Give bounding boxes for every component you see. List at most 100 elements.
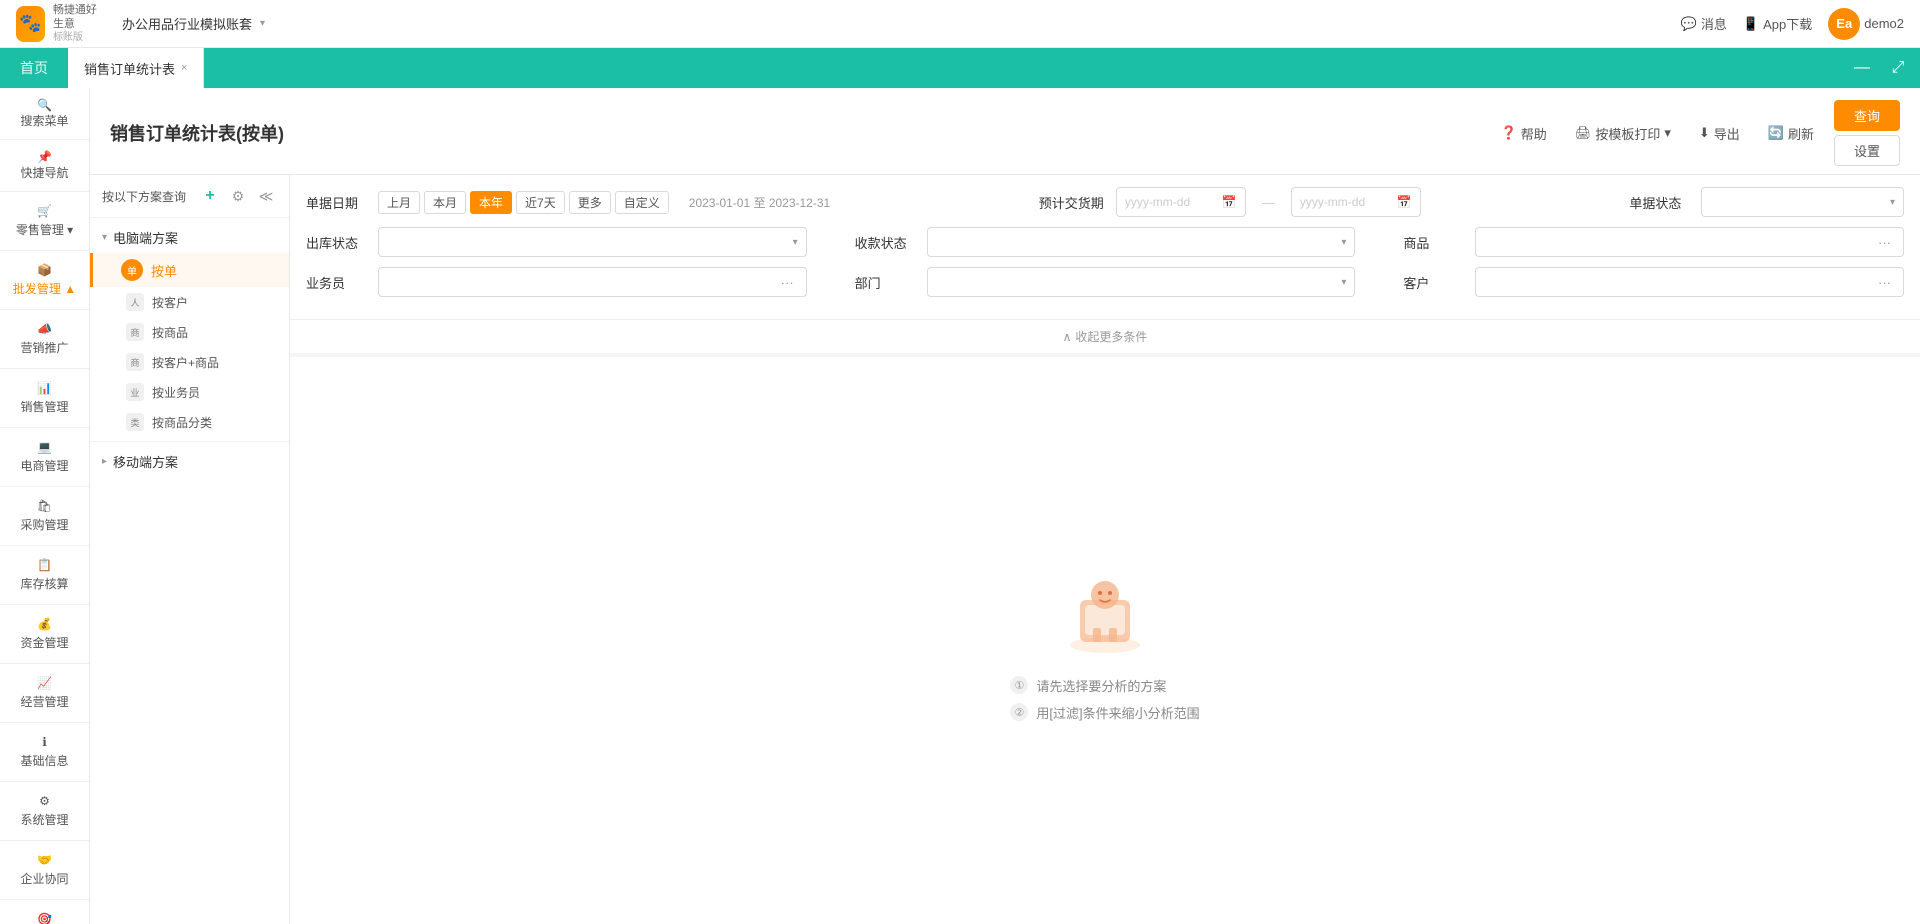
empty-illustration [1055,560,1155,660]
customer-ellipsis[interactable]: ··· [1874,275,1895,290]
sidebar-item-newbie[interactable]: 🎯 新手引导 [0,900,89,924]
help-btn[interactable]: ❓ 帮助 [1493,120,1555,147]
sidebar-item-purchase[interactable]: 🛍 采购管理 [0,487,89,546]
newbie-icon: 🎯 [37,912,52,924]
status-label: 单据状态 [1629,193,1689,212]
scheme-title: 按以下方案查询 [102,188,193,205]
scheme-item-goods[interactable]: 商 按商品 [90,317,289,347]
export-label: 导出 [1714,124,1740,143]
date-btn-this-month[interactable]: 本月 [424,191,466,214]
sidebar-item-finance[interactable]: 💰 资金管理 [0,605,89,664]
retail-icon: 🛒 [37,204,52,218]
date-btn-7days[interactable]: 近7天 [516,191,565,214]
date-placeholder-1: yyyy-mm-dd [1125,195,1190,209]
sidebar-item-retail[interactable]: 🛒 零售管理 ▾ [0,192,89,251]
sales-label: 销售管理 [20,398,68,415]
sidebar-item-inventory[interactable]: 📋 库存核算 [0,546,89,605]
refresh-btn[interactable]: 🔄 刷新 [1760,120,1822,147]
sidebar-item-ecommerce[interactable]: 💻 电商管理 [0,428,89,487]
collapse-bar[interactable]: ∧ 收起更多条件 [290,319,1920,353]
date-dash: — [1262,195,1275,210]
calendar-icon-2[interactable]: 📅 [1397,195,1412,209]
tab-close-icon[interactable]: × [181,62,187,74]
filter-row-3: 业务员 ··· 部门 ▾ 客户 [306,267,1904,297]
sidebar-item-wholesale[interactable]: 📦 批发管理 ▲ [0,251,89,310]
scheme-add-btn[interactable]: + [199,185,221,207]
tab-sales-stats[interactable]: 销售订单统计表 × [68,48,204,88]
date-btn-more[interactable]: 更多 [569,191,611,214]
template-print-btn[interactable]: 🖨 按模板打印 ▾ [1567,120,1679,147]
system-icon: ⚙ [39,794,50,808]
scheme-panel: 按以下方案查询 + ⚙ ≪ ▾ 电脑端方案 单 按单 人 [90,175,290,924]
operations-icon: 📈 [37,676,52,690]
empty-tip-2: ② 用[过滤]条件来缩小分析范围 [1010,703,1199,722]
date-btn-custom[interactable]: 自定义 [615,191,669,214]
sidebar-item-search[interactable]: 🔍 搜索菜单 [0,88,89,140]
app-download-btn[interactable]: 📱 App下载 [1743,14,1812,33]
scheme-header: 按以下方案查询 + ⚙ ≪ [90,175,289,218]
maximize-btn[interactable]: ⤢ [1884,54,1912,82]
tip-text-2: 用[过滤]条件来缩小分析范围 [1036,703,1199,722]
goods-select[interactable]: ··· [1475,227,1904,257]
salesperson-scheme-icon: 业 [126,383,144,401]
sidebar-item-system[interactable]: ⚙ 系统管理 [0,782,89,841]
sidebar-item-quicknav[interactable]: 📌 快捷导航 [0,140,89,192]
salesperson-select[interactable]: ··· [378,267,807,297]
sidebar-item-enterprise[interactable]: 🤝 企业协同 [0,841,89,900]
export-btn[interactable]: ⬇ 导出 [1691,120,1748,147]
print-icon: 🖨 [1575,125,1592,141]
department-arrow: ▾ [1341,277,1346,288]
company-dropdown-icon[interactable]: ▾ [260,18,265,29]
scheme-item-customer[interactable]: 人 按客户 [90,287,289,317]
expected-date-from[interactable]: yyyy-mm-dd 📅 [1116,187,1246,217]
scheme-item-category[interactable]: 类 按商品分类 [90,407,289,437]
sidebar-item-sales[interactable]: 📊 销售管理 [0,369,89,428]
tab-home[interactable]: 首页 [0,48,68,88]
scheme-collapse-btn[interactable]: ≪ [255,185,277,207]
user-area[interactable]: Ea demo2 [1828,8,1904,40]
scheme-item-customer-goods[interactable]: 商 按客户+商品 [90,347,289,377]
tip-text-1: 请先选择要分析的方案 [1036,676,1166,695]
department-select[interactable]: ▾ [927,267,1356,297]
quicknav-icon: 📌 [8,150,81,164]
goods-ellipsis[interactable]: ··· [1874,235,1895,250]
help-label: 帮助 [1521,124,1547,143]
date-btn-this-year[interactable]: 本年 [470,191,512,214]
date-btn-last-month[interactable]: 上月 [378,191,420,214]
search-menu-icon: 🔍 [8,98,81,112]
print-dropdown-icon[interactable]: ▾ [1664,125,1671,141]
retail-label: 零售管理 ▾ [16,221,73,238]
avatar: Ea [1828,8,1860,40]
export-icon: ⬇ [1699,125,1710,141]
minimize-btn[interactable]: — [1848,54,1876,82]
message-btn[interactable]: 💬 消息 [1681,14,1727,33]
scheme-active-item[interactable]: 单 按单 [90,253,289,287]
logo-area: 🐾 畅捷通好生意 标账版 [16,3,106,45]
salesperson-ellipsis[interactable]: ··· [777,275,798,290]
filter-panel: 单据日期 上月 本月 本年 近7天 更多 自定义 2023-01-01 至 20… [290,175,1920,319]
scheme-pc-group[interactable]: ▾ 电脑端方案 [90,222,289,253]
scheme-mobile-group[interactable]: ▸ 移动端方案 [90,446,289,477]
calendar-icon-1[interactable]: 📅 [1222,195,1237,209]
sidebar-item-operations[interactable]: 📈 经营管理 [0,664,89,723]
active-item-icon: 单 [121,259,143,281]
sidebar-item-basic-info[interactable]: ℹ 基础信息 [0,723,89,782]
status-select[interactable]: ▾ [1701,187,1904,217]
sidebar-item-marketing[interactable]: 📣 营销推广 [0,310,89,369]
scheme-item-salesperson[interactable]: 业 按业务员 [90,377,289,407]
out-status-select[interactable]: ▾ [378,227,807,257]
expected-date-to[interactable]: yyyy-mm-dd 📅 [1291,187,1421,217]
customer-select[interactable]: ··· [1475,267,1904,297]
filter-row-1: 单据日期 上月 本月 本年 近7天 更多 自定义 2023-01-01 至 20… [306,187,1904,217]
scheme-settings-btn[interactable]: ⚙ [227,185,249,207]
category-scheme-label: 按商品分类 [152,414,212,431]
customer-goods-icon: 商 [126,353,144,371]
system-label: 系统管理 [20,811,68,828]
message-label: 消息 [1701,14,1727,33]
receive-status-select[interactable]: ▾ [927,227,1356,257]
scheme-section-pc: ▾ 电脑端方案 单 按单 人 按客户 商 按商品 [90,218,289,441]
query-button[interactable]: 查询 [1834,100,1900,131]
out-status-label: 出库状态 [306,233,366,252]
settings-button[interactable]: 设置 [1834,135,1900,166]
pc-group-arrow: ▾ [102,232,107,243]
